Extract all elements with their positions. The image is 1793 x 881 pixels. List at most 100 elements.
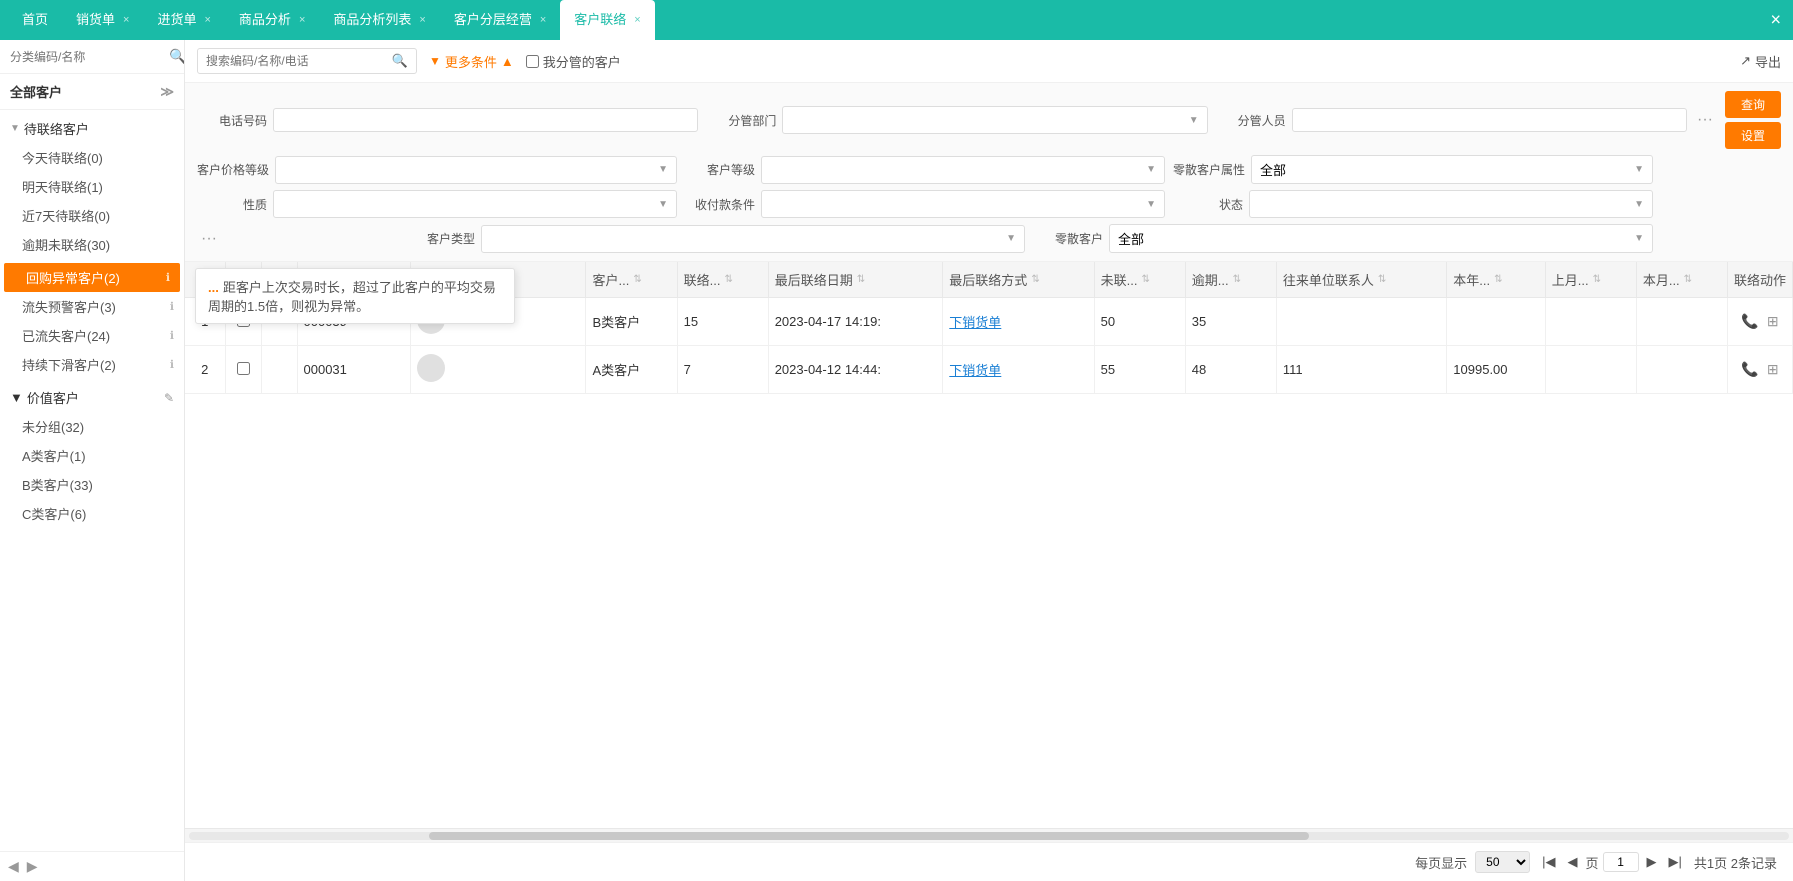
edit-icon[interactable]: ✎ bbox=[164, 391, 174, 405]
th-this-month[interactable]: 本月... ⇅ bbox=[1636, 262, 1727, 298]
close-product-analysis-icon[interactable]: × bbox=[299, 0, 305, 40]
sort-unit-contact-icon[interactable]: ⇅ bbox=[1378, 274, 1386, 285]
th-contact[interactable]: 联络... ⇅ bbox=[677, 262, 768, 298]
filter-dept-select[interactable]: ▼ bbox=[782, 106, 1207, 134]
row-1-more-icon[interactable]: ⊞ bbox=[1767, 313, 1779, 330]
sidebar-group-pending-title[interactable]: ▼ 待联络客户 bbox=[0, 114, 184, 143]
filter-manager: 分管人员 ··· bbox=[1216, 108, 1717, 132]
search-input[interactable] bbox=[206, 54, 388, 68]
last-page-button[interactable]: ▶| bbox=[1665, 852, 1686, 872]
sort-contact-icon[interactable]: ⇅ bbox=[724, 274, 732, 285]
sidebar-item-churn-warning[interactable]: 流失预警客户(3) ℹ bbox=[0, 292, 184, 321]
query-button[interactable]: 查询 bbox=[1725, 91, 1781, 118]
filter-price-level-select[interactable]: ▼ bbox=[275, 156, 677, 184]
nav-purchase-order[interactable]: 进货单 × bbox=[143, 0, 224, 40]
row-2-check bbox=[225, 346, 261, 394]
row-2-this-month bbox=[1636, 346, 1727, 394]
filter-phone-input[interactable] bbox=[273, 108, 698, 132]
nav-home[interactable]: 首页 bbox=[8, 0, 62, 40]
nav-product-analysis-list[interactable]: 商品分析列表 × bbox=[319, 0, 439, 40]
sort-last-date-icon[interactable]: ⇅ bbox=[857, 274, 865, 285]
filter-manager-dots[interactable]: ··· bbox=[1693, 111, 1717, 129]
horizontal-scrollbar[interactable] bbox=[185, 828, 1793, 842]
sidebar-item-today-contact[interactable]: 今天待联络(0) bbox=[0, 143, 184, 172]
th-overdue[interactable]: 逾期... ⇅ bbox=[1185, 262, 1276, 298]
sort-last-method-icon[interactable]: ⇅ bbox=[1031, 274, 1039, 285]
page-number-input[interactable] bbox=[1603, 852, 1639, 872]
row-2-more-icon[interactable]: ⊞ bbox=[1767, 361, 1779, 378]
chevron-down-status-icon: ▼ bbox=[1634, 199, 1644, 210]
next-page-button[interactable]: ▶ bbox=[1643, 852, 1661, 872]
row-2-checkbox[interactable] bbox=[237, 362, 250, 375]
sidebar-value-group-header[interactable]: ▼ 价值客户 ✎ bbox=[0, 383, 184, 412]
sidebar-item-a-class[interactable]: A类客户(1) bbox=[0, 441, 184, 470]
close-customer-contact-icon[interactable]: × bbox=[634, 0, 640, 40]
filter-customer-level-select[interactable]: ▼ bbox=[761, 156, 1165, 184]
row-1-last-method-link[interactable]: 下销货单 bbox=[949, 315, 1001, 330]
sort-type-icon[interactable]: ⇅ bbox=[633, 274, 641, 285]
export-button[interactable]: ↗ 导出 bbox=[1740, 52, 1781, 71]
th-last-date[interactable]: 最后联络日期 ⇅ bbox=[768, 262, 943, 298]
sidebar-collapse-icon[interactable]: ≫ bbox=[160, 84, 174, 100]
th-unit-contact[interactable]: 往来单位联系人 ⇅ bbox=[1276, 262, 1446, 298]
sidebar-item-repurchase-abnormal[interactable]: 回购异常客户(2) ℹ bbox=[4, 263, 180, 292]
per-page-select[interactable]: 50 100 200 bbox=[1475, 851, 1530, 873]
close-product-list-icon[interactable]: × bbox=[419, 0, 425, 40]
sidebar-item-overdue-contact[interactable]: 逾期未联络(30) bbox=[0, 230, 184, 259]
sidebar-scroll-right-icon[interactable]: ▶ bbox=[27, 858, 38, 875]
sidebar-item-7day-contact[interactable]: 近7天待联络(0) bbox=[0, 201, 184, 230]
sort-overdue-icon[interactable]: ⇅ bbox=[1233, 274, 1241, 285]
nav-customer-contact[interactable]: 客户联络 × bbox=[560, 0, 654, 40]
sidebar-item-b-class[interactable]: B类客户(33) bbox=[0, 470, 184, 499]
prev-page-button[interactable]: ◀ bbox=[1564, 852, 1582, 872]
filter-status: 状态 ▼ bbox=[1173, 190, 1653, 218]
chevron-down-retail-customer-icon: ▼ bbox=[1634, 233, 1644, 244]
filter-more-dots[interactable]: ··· bbox=[197, 230, 221, 248]
th-type[interactable]: 客户... ⇅ bbox=[586, 262, 677, 298]
sidebar-item-ungrouped[interactable]: 未分组(32) bbox=[0, 412, 184, 441]
first-page-button[interactable]: |◀ bbox=[1538, 852, 1559, 872]
window-close-icon[interactable]: × bbox=[1770, 10, 1781, 31]
close-customer-segment-icon[interactable]: × bbox=[540, 0, 546, 40]
sort-this-month-icon[interactable]: ⇅ bbox=[1684, 274, 1692, 285]
sidebar-item-c-class[interactable]: C类客户(6) bbox=[0, 499, 184, 528]
row-2-call-icon[interactable]: 📞 bbox=[1741, 361, 1758, 378]
filter-payment-select[interactable]: ▼ bbox=[761, 190, 1165, 218]
main-layout: 🔍 全部客户 ≫ ▼ 待联络客户 今天待联络(0) 明天待联络(1) 近7天待联… bbox=[0, 40, 1793, 881]
filter-row-3: 性质 ▼ 收付款条件 ▼ 状态 bbox=[197, 190, 1781, 218]
sort-uncontact-icon[interactable]: ⇅ bbox=[1142, 274, 1150, 285]
sort-last-month-icon[interactable]: ⇅ bbox=[1593, 274, 1601, 285]
th-this-year[interactable]: 本年... ⇅ bbox=[1447, 262, 1545, 298]
filter-retail-customer-select[interactable]: 全部 ▼ bbox=[1109, 224, 1653, 253]
th-last-month[interactable]: 上月... ⇅ bbox=[1545, 262, 1636, 298]
filter-nature-select[interactable]: ▼ bbox=[273, 190, 677, 218]
close-sales-order-icon[interactable]: × bbox=[123, 0, 129, 40]
nav-customer-segment[interactable]: 客户分层经营 × bbox=[440, 0, 560, 40]
row-2-uncontact: 55 bbox=[1094, 346, 1185, 394]
sidebar-item-declining[interactable]: 持续下滑客户(2) ℹ bbox=[0, 350, 184, 379]
row-2-actions: 📞 ⊞ bbox=[1727, 346, 1792, 394]
close-purchase-order-icon[interactable]: × bbox=[204, 0, 210, 40]
sidebar-item-tomorrow-contact[interactable]: 明天待联络(1) bbox=[0, 172, 184, 201]
more-filter-button[interactable]: ▼ 更多条件 ▲ bbox=[429, 52, 514, 71]
row-2-last-method-link[interactable]: 下销货单 bbox=[949, 363, 1001, 378]
th-uncontact[interactable]: 未联... ⇅ bbox=[1094, 262, 1185, 298]
sidebar-scroll-left-icon[interactable]: ◀ bbox=[8, 858, 19, 875]
row-1-call-icon[interactable]: 📞 bbox=[1741, 313, 1758, 330]
filter-retail-attr-select[interactable]: 全部 ▼ bbox=[1251, 155, 1653, 184]
nav-product-analysis[interactable]: 商品分析 × bbox=[225, 0, 319, 40]
sort-this-year-icon[interactable]: ⇅ bbox=[1494, 274, 1502, 285]
th-last-method[interactable]: 最后联络方式 ⇅ bbox=[943, 262, 1094, 298]
settings-button[interactable]: 设置 bbox=[1725, 122, 1781, 149]
my-customer-checkbox[interactable] bbox=[526, 55, 539, 68]
my-customer-checkbox-area: 我分管的客户 bbox=[526, 52, 621, 71]
row-1-type: B类客户 bbox=[586, 298, 677, 346]
sidebar-search-icon[interactable]: 🔍 bbox=[169, 48, 185, 65]
sidebar-search-input[interactable] bbox=[10, 50, 165, 64]
sidebar-item-churned[interactable]: 已流失客户(24) ℹ bbox=[0, 321, 184, 350]
filter-manager-input[interactable] bbox=[1292, 108, 1687, 132]
filter-status-select[interactable]: ▼ bbox=[1249, 190, 1653, 218]
search-button-icon[interactable]: 🔍 bbox=[392, 53, 408, 69]
nav-sales-order[interactable]: 销货单 × bbox=[62, 0, 143, 40]
filter-customer-type-select[interactable]: ▼ bbox=[481, 225, 1025, 253]
